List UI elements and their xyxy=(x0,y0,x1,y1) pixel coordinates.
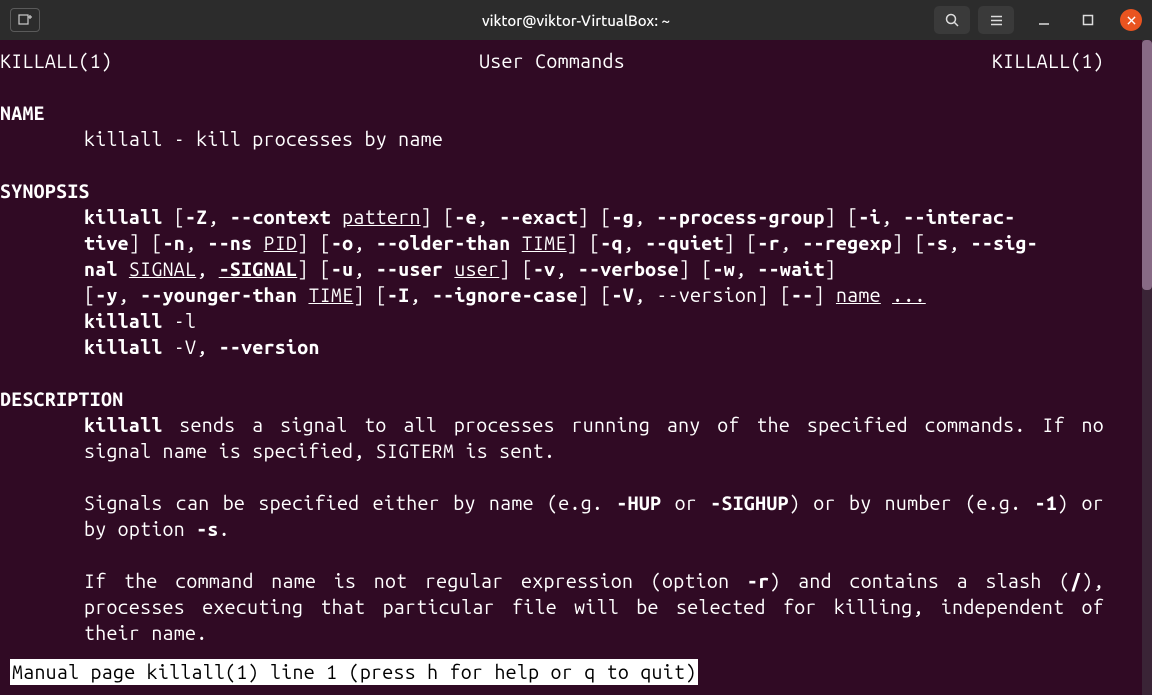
header-center: User Commands xyxy=(479,48,625,74)
close-icon xyxy=(1127,16,1136,25)
synopsis-body: killall [-Z, --context pattern] [-e, --e… xyxy=(0,204,1152,360)
menu-button[interactable] xyxy=(978,6,1014,34)
search-button[interactable] xyxy=(934,6,970,34)
description-body: killall sends a signal to all processes … xyxy=(0,412,1152,646)
window-titlebar: viktor@viktor-VirtualBox: ~ xyxy=(0,0,1152,40)
section-title-description: DESCRIPTION xyxy=(0,386,1152,412)
scrollbar-thumb[interactable] xyxy=(1142,40,1152,290)
section-name: NAME killall - kill processes by name xyxy=(0,100,1152,152)
close-button[interactable] xyxy=(1120,9,1142,31)
titlebar-controls xyxy=(934,6,1152,34)
hamburger-icon xyxy=(989,13,1004,28)
new-tab-button[interactable] xyxy=(10,8,40,32)
maximize-button[interactable] xyxy=(1074,6,1102,34)
header-left: KILLALL(1) xyxy=(0,48,112,74)
section-description: DESCRIPTION killall sends a signal to al… xyxy=(0,386,1152,646)
section-title-synopsis: SYNOPSIS xyxy=(0,178,1152,204)
window-title: viktor@viktor-VirtualBox: ~ xyxy=(482,12,670,29)
name-text: killall - kill processes by name xyxy=(0,126,1152,152)
man-status-line: Manual page killall(1) line 1 (press h f… xyxy=(10,659,698,685)
minimize-icon xyxy=(1038,14,1050,26)
maximize-icon xyxy=(1082,14,1094,26)
minimize-button[interactable] xyxy=(1030,6,1058,34)
header-right: KILLALL(1) xyxy=(992,48,1104,74)
section-synopsis: SYNOPSIS killall [-Z, --context pattern]… xyxy=(0,178,1152,360)
terminal-scrollbar[interactable] xyxy=(1142,40,1152,695)
terminal-content[interactable]: KILLALL(1) User Commands KILLALL(1) NAME… xyxy=(0,40,1152,695)
search-icon xyxy=(945,13,960,28)
section-title-name: NAME xyxy=(0,100,1152,126)
man-page-header: KILLALL(1) User Commands KILLALL(1) xyxy=(0,40,1152,74)
